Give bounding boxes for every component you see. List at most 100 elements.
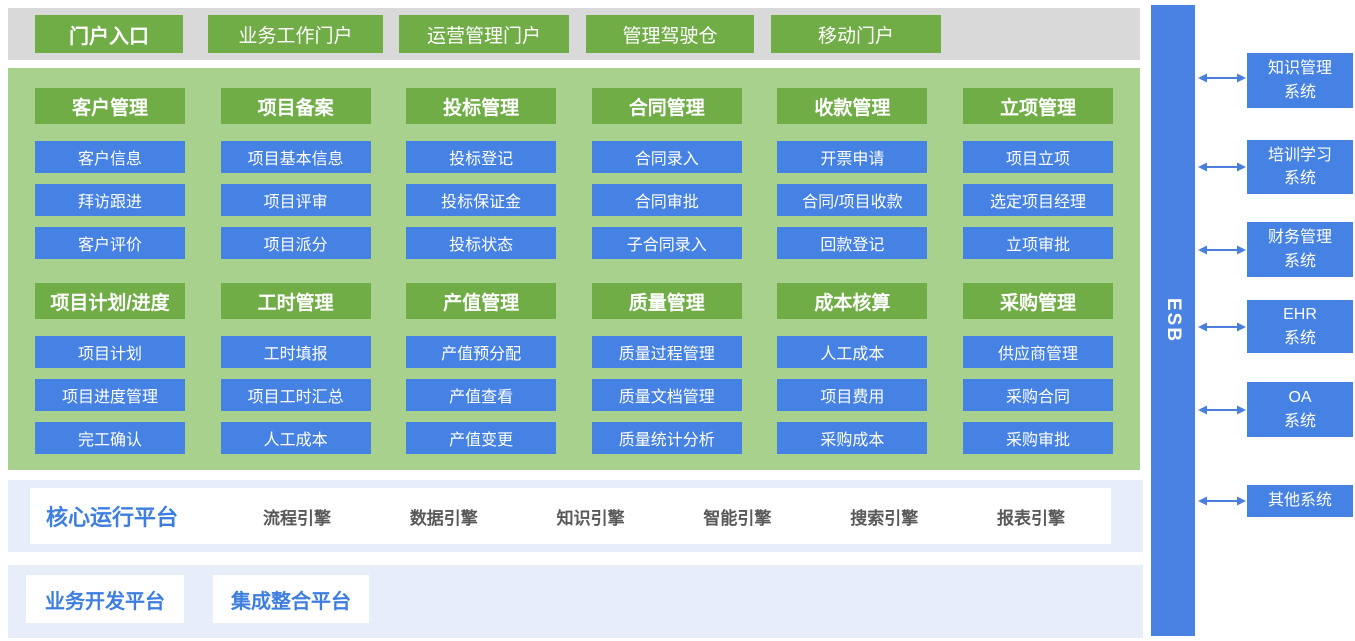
module-item: 采购成本 — [777, 422, 927, 454]
architecture-diagram: 门户入口 业务工作门户 运营管理门户 管理驾驶仓 移动门户 客户管理 客户信息 … — [0, 0, 1355, 641]
module-item: 选定项目经理 — [963, 184, 1113, 216]
external-system-label: EHR — [1283, 303, 1317, 326]
module-group-project-record: 项目备案 项目基本信息 项目评审 项目派分 — [221, 88, 371, 259]
module-item: 人工成本 — [221, 422, 371, 454]
module-item: 产值预分配 — [406, 336, 556, 368]
esb-arrow-icon — [1197, 404, 1247, 416]
module-item: 开票申请 — [777, 141, 927, 173]
module-item: 完工确认 — [35, 422, 185, 454]
module-item: 采购合同 — [963, 379, 1113, 411]
module-item: 人工成本 — [777, 336, 927, 368]
module-item: 采购审批 — [963, 422, 1113, 454]
module-group-timesheet: 工时管理 工时填报 项目工时汇总 人工成本 — [221, 283, 371, 454]
portal-mgmt-cockpit: 管理驾驶仓 — [586, 15, 754, 53]
engine-list: 流程引擎 数据引擎 知识引擎 智能引擎 搜索引擎 报表引擎 — [263, 504, 1065, 529]
external-system-label: 知识管理 — [1268, 57, 1332, 80]
module-header: 采购管理 — [963, 283, 1113, 319]
engine-workflow: 流程引擎 — [263, 504, 331, 529]
external-system-label: 财务管理 — [1268, 226, 1332, 249]
module-item: 投标登记 — [406, 141, 556, 173]
integration-platform: 集成整合平台 — [213, 575, 369, 623]
module-header: 成本核算 — [777, 283, 927, 319]
module-row-2: 项目计划/进度 项目计划 项目进度管理 完工确认 工时管理 工时填报 项目工时汇… — [8, 283, 1140, 454]
external-system-label: 其他系统 — [1268, 489, 1332, 512]
esb-bar: ESB — [1151, 5, 1195, 636]
module-item: 投标保证金 — [406, 184, 556, 216]
module-group-cost-accounting: 成本核算 人工成本 项目费用 采购成本 — [777, 283, 927, 454]
module-header: 客户管理 — [35, 88, 185, 124]
module-item: 项目工时汇总 — [221, 379, 371, 411]
external-system-oa: OA 系统 — [1247, 382, 1353, 437]
module-item: 客户信息 — [35, 141, 185, 173]
module-group-contract: 合同管理 合同录入 合同审批 子合同录入 — [592, 88, 742, 259]
module-item: 质量文档管理 — [592, 379, 742, 411]
engine-report: 报表引擎 — [997, 504, 1065, 529]
module-group-customer: 客户管理 客户信息 拜访跟进 客户评价 — [35, 88, 185, 259]
module-header: 项目备案 — [221, 88, 371, 124]
esb-arrow-icon — [1197, 244, 1247, 256]
esb-arrow-icon — [1197, 72, 1247, 84]
modules-panel: 客户管理 客户信息 拜访跟进 客户评价 项目备案 项目基本信息 项目评审 项目派… — [8, 68, 1140, 470]
core-platform-title: 核心运行平台 — [46, 500, 178, 532]
module-header: 投标管理 — [406, 88, 556, 124]
portal-bar: 门户入口 业务工作门户 运营管理门户 管理驾驶仓 移动门户 — [8, 8, 1140, 60]
module-item: 子合同录入 — [592, 227, 742, 259]
external-system-training: 培训学习 系统 — [1247, 140, 1353, 194]
module-item: 回款登记 — [777, 227, 927, 259]
external-system-other: 其他系统 — [1247, 485, 1353, 517]
module-group-quality: 质量管理 质量过程管理 质量文档管理 质量统计分析 — [592, 283, 742, 454]
module-item: 立项审批 — [963, 227, 1113, 259]
module-row-1: 客户管理 客户信息 拜访跟进 客户评价 项目备案 项目基本信息 项目评审 项目派… — [8, 88, 1140, 259]
external-system-ehr: EHR 系统 — [1247, 300, 1353, 353]
module-header: 质量管理 — [592, 283, 742, 319]
module-header: 收款管理 — [777, 88, 927, 124]
external-system-label: 培训学习 — [1268, 144, 1332, 167]
portal-entry-title: 门户入口 — [35, 15, 183, 53]
core-platform-panel: 核心运行平台 流程引擎 数据引擎 知识引擎 智能引擎 搜索引擎 报表引擎 — [30, 488, 1111, 544]
module-item: 合同审批 — [592, 184, 742, 216]
module-item: 产值查看 — [406, 379, 556, 411]
external-system-label: 系统 — [1284, 167, 1316, 190]
external-system-label: OA — [1288, 386, 1311, 409]
engine-knowledge: 知识引擎 — [557, 504, 625, 529]
module-item: 合同录入 — [592, 141, 742, 173]
module-header: 立项管理 — [963, 88, 1113, 124]
engine-intelligence: 智能引擎 — [703, 504, 771, 529]
esb-label: ESB — [1162, 298, 1184, 343]
module-item: 项目派分 — [221, 227, 371, 259]
module-header: 合同管理 — [592, 88, 742, 124]
engine-data: 数据引擎 — [410, 504, 478, 529]
portal-business-work: 业务工作门户 — [208, 15, 383, 53]
module-header: 项目计划/进度 — [35, 283, 185, 319]
module-item: 项目立项 — [963, 141, 1113, 173]
module-group-receivables: 收款管理 开票申请 合同/项目收款 回款登记 — [777, 88, 927, 259]
module-item: 投标状态 — [406, 227, 556, 259]
module-item: 质量统计分析 — [592, 422, 742, 454]
module-item: 拜访跟进 — [35, 184, 185, 216]
external-system-label: 系统 — [1284, 327, 1316, 350]
module-group-initiation: 立项管理 项目立项 选定项目经理 立项审批 — [963, 88, 1113, 259]
module-item: 项目基本信息 — [221, 141, 371, 173]
business-dev-platform: 业务开发平台 — [26, 575, 184, 623]
external-system-label: 系统 — [1284, 250, 1316, 273]
module-item: 供应商管理 — [963, 336, 1113, 368]
module-group-plan-progress: 项目计划/进度 项目计划 项目进度管理 完工确认 — [35, 283, 185, 454]
module-header: 产值管理 — [406, 283, 556, 319]
external-system-knowledge: 知识管理 系统 — [1247, 53, 1353, 108]
portal-operation-mgmt: 运营管理门户 — [399, 15, 569, 53]
module-item: 产值变更 — [406, 422, 556, 454]
core-platform-band: 核心运行平台 流程引擎 数据引擎 知识引擎 智能引擎 搜索引擎 报表引擎 — [8, 480, 1143, 552]
module-group-output-value: 产值管理 产值预分配 产值查看 产值变更 — [406, 283, 556, 454]
module-item: 项目评审 — [221, 184, 371, 216]
module-item: 项目计划 — [35, 336, 185, 368]
module-item: 项目进度管理 — [35, 379, 185, 411]
esb-arrow-icon — [1197, 161, 1247, 173]
module-header: 工时管理 — [221, 283, 371, 319]
module-group-bidding: 投标管理 投标登记 投标保证金 投标状态 — [406, 88, 556, 259]
external-system-label: 系统 — [1284, 410, 1316, 433]
esb-arrow-icon — [1197, 495, 1247, 507]
module-item: 工时填报 — [221, 336, 371, 368]
module-item: 项目费用 — [777, 379, 927, 411]
module-group-procurement: 采购管理 供应商管理 采购合同 采购审批 — [963, 283, 1113, 454]
dev-platform-band: 业务开发平台 集成整合平台 — [8, 565, 1143, 638]
